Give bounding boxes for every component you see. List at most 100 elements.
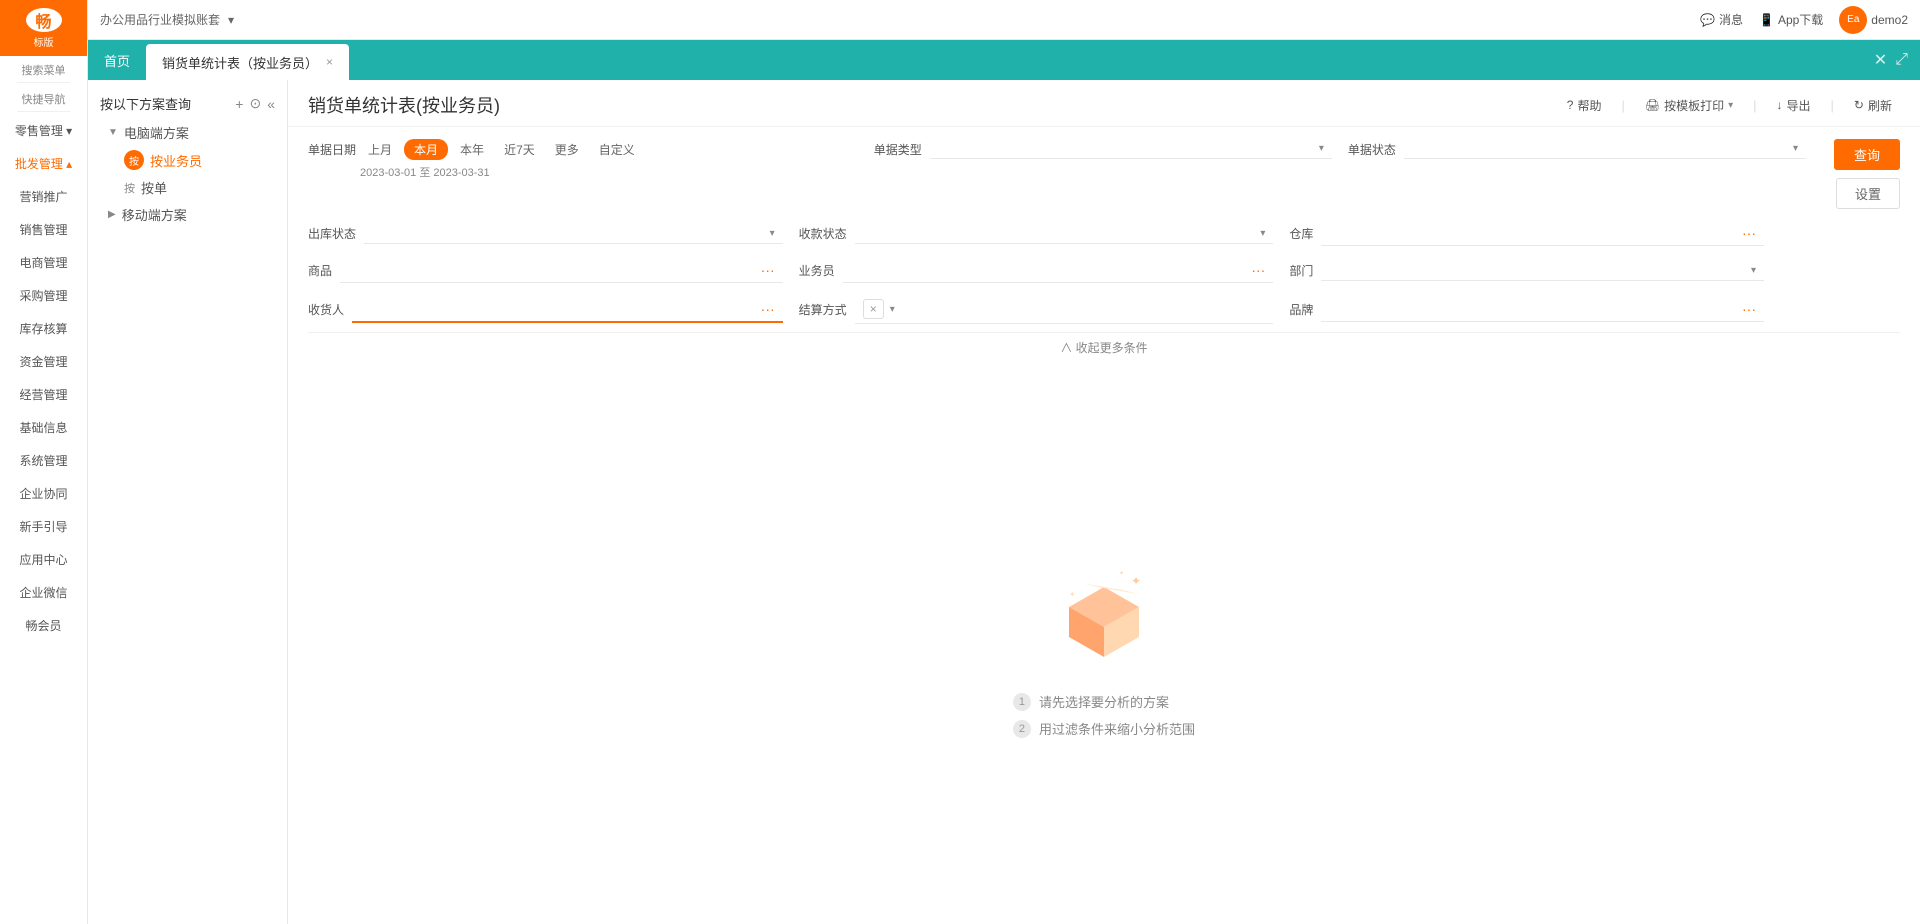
staff-label: 业务员 (799, 262, 835, 279)
status-select[interactable]: ▾ (1404, 139, 1806, 159)
receiver-dots[interactable]: ··· (761, 301, 775, 317)
goods-filter: 商品 ··· (308, 258, 783, 283)
page-actions: ? 帮助 | 🖨 按模板打印 ▾ | ↓ 导出 | (1559, 93, 1900, 118)
receiver-filter: 收货人 ··· (308, 297, 783, 323)
export-btn[interactable]: ↓ 导出 (1769, 93, 1819, 118)
sidebar-item-inventory[interactable]: 库存核算 (0, 312, 87, 345)
message-btn[interactable]: 💬 消息 (1700, 11, 1743, 28)
sidebar-item-retail[interactable]: 零售管理 ▾ (0, 114, 87, 147)
status-chevron: ▾ (1793, 143, 1798, 154)
out-select[interactable]: ▾ (364, 224, 783, 244)
collapse-panel-btn[interactable]: « (267, 96, 275, 112)
tree-item-by-order[interactable]: 按 按单 (88, 174, 287, 201)
staff-dots[interactable]: ··· (1251, 262, 1265, 278)
step-1-text: 请先选择要分析的方案 (1039, 692, 1169, 711)
topbar-right: 💬 消息 📱 App下载 Ea demo2 (1700, 6, 1908, 34)
export-icon: ↓ (1777, 98, 1783, 112)
sidebar-item-finance[interactable]: 资金管理 (0, 345, 87, 378)
help-icon: ? (1567, 98, 1574, 112)
sidebar-quick-nav[interactable]: 快捷导航 (0, 85, 87, 109)
tree-mobile-section[interactable]: ▶ 移动端方案 (88, 201, 287, 228)
status-filter-group: 单据状态 ▾ (1348, 139, 1806, 180)
sidebar-item-wechat[interactable]: 企业微信 (0, 576, 87, 609)
sidebar-item-enterprise[interactable]: 企业协同 (0, 477, 87, 510)
print-btn[interactable]: 🖨 按模板打印 ▾ (1637, 93, 1741, 118)
date-btn-custom[interactable]: 自定义 (591, 139, 643, 160)
collect-select[interactable]: ▾ (855, 224, 1274, 244)
sidebar-item-basic[interactable]: 基础信息 (0, 411, 87, 444)
collapse-row[interactable]: ∧ 收起更多条件 (308, 332, 1900, 362)
message-icon: 💬 (1700, 13, 1715, 27)
tree-label-by-staff: 按业务员 (150, 151, 202, 170)
edit-scheme-btn[interactable]: ⊙ (249, 95, 261, 112)
app-download-btn[interactable]: 📱 App下载 (1759, 11, 1823, 28)
print-label: 按模板打印 (1664, 97, 1724, 114)
type-filter-group: 单据类型 ▾ (874, 139, 1332, 180)
maximize-icon[interactable]: ⤢ (1895, 51, 1908, 69)
date-btn-this-month[interactable]: 本月 (404, 139, 448, 160)
topbar: 办公用品行业模拟账套 ▾ 💬 消息 📱 App下载 Ea demo2 (88, 0, 1920, 40)
help-btn[interactable]: ? 帮助 (1559, 93, 1610, 118)
brand-dots[interactable]: ··· (1742, 301, 1756, 317)
app-download-icon: 📱 (1759, 13, 1774, 27)
tree-item-by-staff[interactable]: 按 按业务员 (88, 146, 287, 174)
sidebar-item-wholesale[interactable]: 批发管理 ▴ (0, 147, 87, 180)
content: 按以下方案查询 + ⊙ « ▼ 电脑端方案 按 按业务员 按 按单 ▶ (88, 80, 1920, 924)
tabbar: 首页 销货单统计表（按业务员） × ✕ ⤢ (88, 40, 1920, 80)
tree-label-by-order: 按单 (141, 178, 167, 197)
goods-dots[interactable]: ··· (761, 262, 775, 278)
warehouse-select[interactable]: ··· (1321, 221, 1764, 246)
sidebar-item-appstore[interactable]: 应用中心 (0, 543, 87, 576)
collapse-label: 收起更多条件 (1076, 341, 1148, 355)
dept-select[interactable]: ▾ (1321, 261, 1764, 281)
user-info[interactable]: Ea demo2 (1839, 6, 1908, 34)
payment-select[interactable]: × ▾ (855, 295, 1274, 324)
print-dropdown-icon: ▾ (1728, 100, 1733, 111)
date-btn-more[interactable]: 更多 (547, 139, 587, 160)
receiver-input[interactable]: ··· (352, 297, 783, 323)
filter-row-1: 单据日期 上月 本月 本年 近7天 更多 自定义 2023 (308, 139, 1900, 209)
type-label: 单据类型 (874, 141, 922, 158)
brand-select[interactable]: ··· (1321, 297, 1764, 322)
tab-close-icon[interactable]: × (326, 55, 333, 69)
status-filter: 单据状态 ▾ (1348, 139, 1806, 159)
sidebar-item-marketing[interactable]: 营销推广 (0, 180, 87, 213)
svg-text:✦: ✦ (1131, 574, 1141, 588)
close-window-icon[interactable]: ✕ (1874, 50, 1887, 70)
date-btn-this-year[interactable]: 本年 (452, 139, 492, 160)
sidebar-item-purchase[interactable]: 采购管理 (0, 279, 87, 312)
refresh-btn[interactable]: ↻ 刷新 (1846, 93, 1900, 118)
tab-home[interactable]: 首页 (88, 40, 146, 80)
sidebar-search-label[interactable]: 搜索菜单 (0, 56, 87, 80)
sidebar-item-operation[interactable]: 经营管理 (0, 378, 87, 411)
tab-active[interactable]: 销货单统计表（按业务员） × (146, 44, 349, 80)
divider-1: | (1621, 98, 1624, 113)
payment-tag-close[interactable]: × (870, 302, 877, 316)
staff-select[interactable]: ··· (843, 258, 1274, 283)
out-filter: 出库状态 ▾ (308, 224, 783, 244)
sidebar-item-sales[interactable]: 销售管理 (0, 213, 87, 246)
sidebar-item-system[interactable]: 系统管理 (0, 444, 87, 477)
filter-row-3: 商品 ··· 业务员 ··· 部门 (308, 258, 1900, 283)
svg-text:✦: ✦ (1069, 590, 1076, 599)
date-btn-7days[interactable]: 近7天 (496, 139, 543, 160)
nav-divider-2 (17, 111, 69, 112)
query-button[interactable]: 查询 (1834, 139, 1900, 170)
date-btn-last-month[interactable]: 上月 (360, 139, 400, 160)
dept-filter: 部门 ▾ (1289, 261, 1764, 281)
type-select[interactable]: ▾ (930, 139, 1332, 159)
left-panel: 按以下方案查询 + ⊙ « ▼ 电脑端方案 按 按业务员 按 按单 ▶ (88, 80, 288, 924)
step-2-num: 2 (1013, 720, 1031, 738)
sidebar-item-ecommerce[interactable]: 电商管理 (0, 246, 87, 279)
page-title: 销货单统计表(按业务员) (308, 92, 500, 118)
sidebar-item-member[interactable]: 畅会员 (0, 609, 87, 642)
sidebar-item-newbie[interactable]: 新手引导 (0, 510, 87, 543)
warehouse-dots[interactable]: ··· (1742, 225, 1756, 241)
payment-tag: × (863, 299, 884, 319)
add-scheme-btn[interactable]: + (235, 96, 243, 112)
logo-icon: 畅 (26, 8, 62, 32)
setting-button[interactable]: 设置 (1836, 178, 1900, 209)
goods-select[interactable]: ··· (340, 258, 783, 283)
topbar-dropdown-icon[interactable]: ▾ (228, 13, 234, 27)
divider-3: | (1831, 98, 1834, 113)
